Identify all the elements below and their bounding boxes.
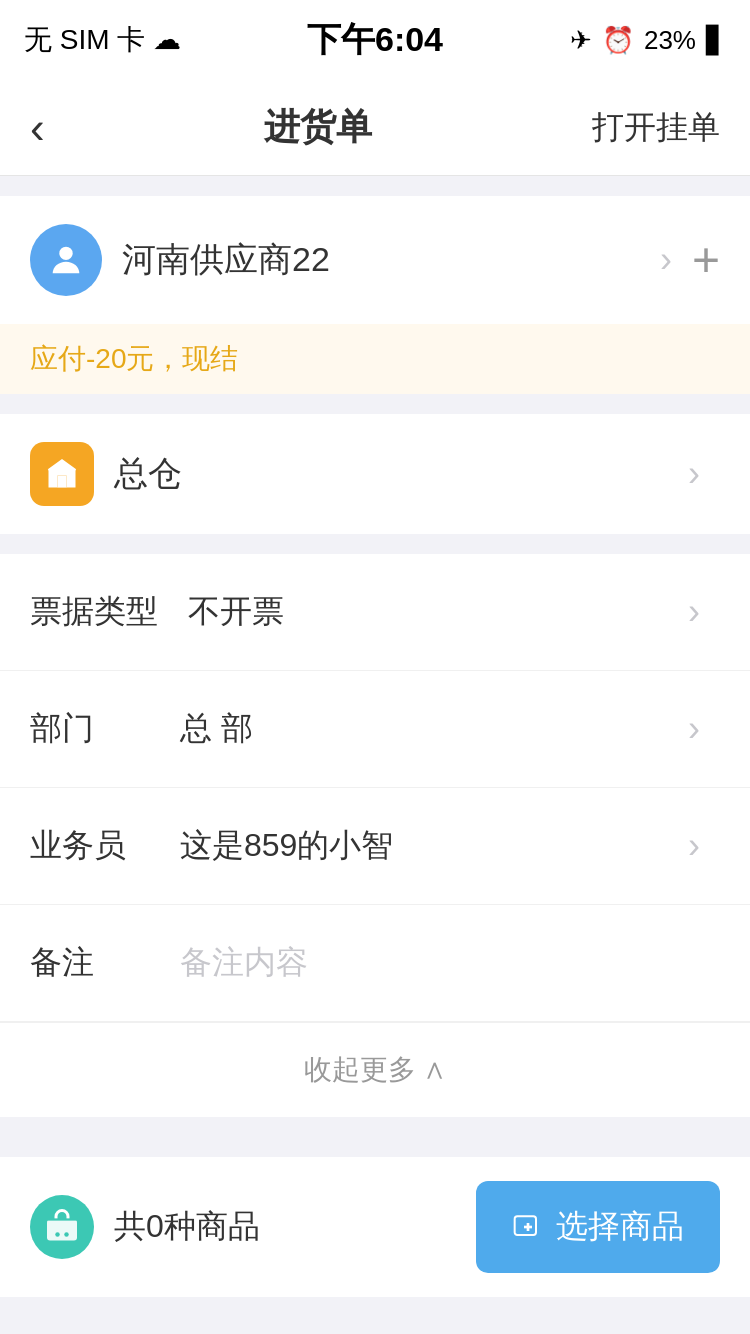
supplier-chevron-icon: ›	[660, 239, 672, 281]
supplier-row[interactable]: 河南供应商22 › +	[0, 196, 750, 324]
network-status: 无 SIM 卡 ☁	[24, 21, 181, 59]
warehouse-section: 总仓 ›	[0, 414, 750, 534]
salesperson-row[interactable]: 业务员 这是859的小智 ›	[0, 788, 750, 905]
page-title: 进货单	[264, 103, 372, 152]
select-product-button[interactable]: 选择商品	[476, 1181, 720, 1273]
location-icon: ✈	[570, 25, 592, 56]
add-supplier-button[interactable]: +	[692, 236, 720, 284]
department-row[interactable]: 部门 总 部 ›	[0, 671, 750, 788]
notice-bar: 应付-20元，现结	[0, 324, 750, 394]
status-time: 下午6:04	[307, 17, 443, 63]
salesperson-value: 这是859的小智	[180, 824, 688, 868]
status-right: ✈ ⏰ 23% ▋	[570, 25, 726, 56]
divider-3	[0, 1117, 750, 1137]
nav-bar: ‹ 进货单 打开挂单	[0, 80, 750, 176]
salesperson-label: 业务员	[30, 824, 150, 868]
invoice-type-chevron-icon: ›	[688, 591, 700, 633]
warehouse-chevron-icon: ›	[688, 453, 700, 495]
supplier-avatar	[30, 224, 102, 296]
department-value: 总 部	[180, 707, 688, 751]
status-bar: 无 SIM 卡 ☁ 下午6:04 ✈ ⏰ 23% ▋	[0, 0, 750, 80]
invoice-type-row[interactable]: 票据类型 不开票 ›	[0, 554, 750, 671]
supplier-section: 河南供应商22 › + 应付-20元，现结	[0, 196, 750, 394]
cart-icon	[44, 1209, 80, 1245]
svg-point-4	[55, 1232, 60, 1237]
collapse-label: 收起更多 ∧	[304, 1054, 447, 1085]
svg-point-0	[59, 247, 72, 260]
supplier-name: 河南供应商22	[122, 237, 660, 283]
divider-2	[0, 534, 750, 554]
department-chevron-icon: ›	[688, 708, 700, 750]
product-icon	[30, 1195, 94, 1259]
warehouse-row[interactable]: 总仓 ›	[0, 414, 750, 534]
invoice-type-label: 票据类型	[30, 590, 158, 634]
home-icon	[44, 456, 80, 492]
warehouse-name: 总仓	[114, 451, 688, 497]
svg-rect-3	[47, 1220, 77, 1241]
svg-point-5	[64, 1232, 69, 1237]
form-section: 票据类型 不开票 › 部门 总 部 › 业务员 这是859的小智 › 备注 备注…	[0, 554, 750, 1117]
remark-row[interactable]: 备注 备注内容	[0, 905, 750, 1022]
status-left: 无 SIM 卡 ☁	[24, 21, 181, 59]
select-product-label: 选择商品	[556, 1205, 684, 1249]
invoice-type-value: 不开票	[188, 590, 688, 634]
product-count: 共0种商品	[114, 1205, 476, 1249]
divider-1	[0, 394, 750, 414]
user-icon	[46, 240, 86, 280]
salesperson-chevron-icon: ›	[688, 825, 700, 867]
back-button[interactable]: ‹	[30, 106, 45, 150]
alarm-icon: ⏰	[602, 25, 634, 56]
open-pending-button[interactable]: 打开挂单	[592, 106, 720, 150]
remark-label: 备注	[30, 941, 150, 985]
remark-input[interactable]: 备注内容	[180, 941, 720, 985]
notice-text: 应付-20元，现结	[30, 343, 238, 374]
battery-status: 23%	[644, 25, 696, 56]
warehouse-icon	[30, 442, 94, 506]
top-divider	[0, 176, 750, 196]
battery-icon: ▋	[706, 25, 726, 56]
select-product-icon	[512, 1211, 544, 1243]
bottom-bar: 共0种商品 选择商品	[0, 1157, 750, 1297]
collapse-button[interactable]: 收起更多 ∧	[0, 1022, 750, 1117]
department-label: 部门	[30, 707, 150, 751]
svg-rect-2	[58, 476, 67, 488]
